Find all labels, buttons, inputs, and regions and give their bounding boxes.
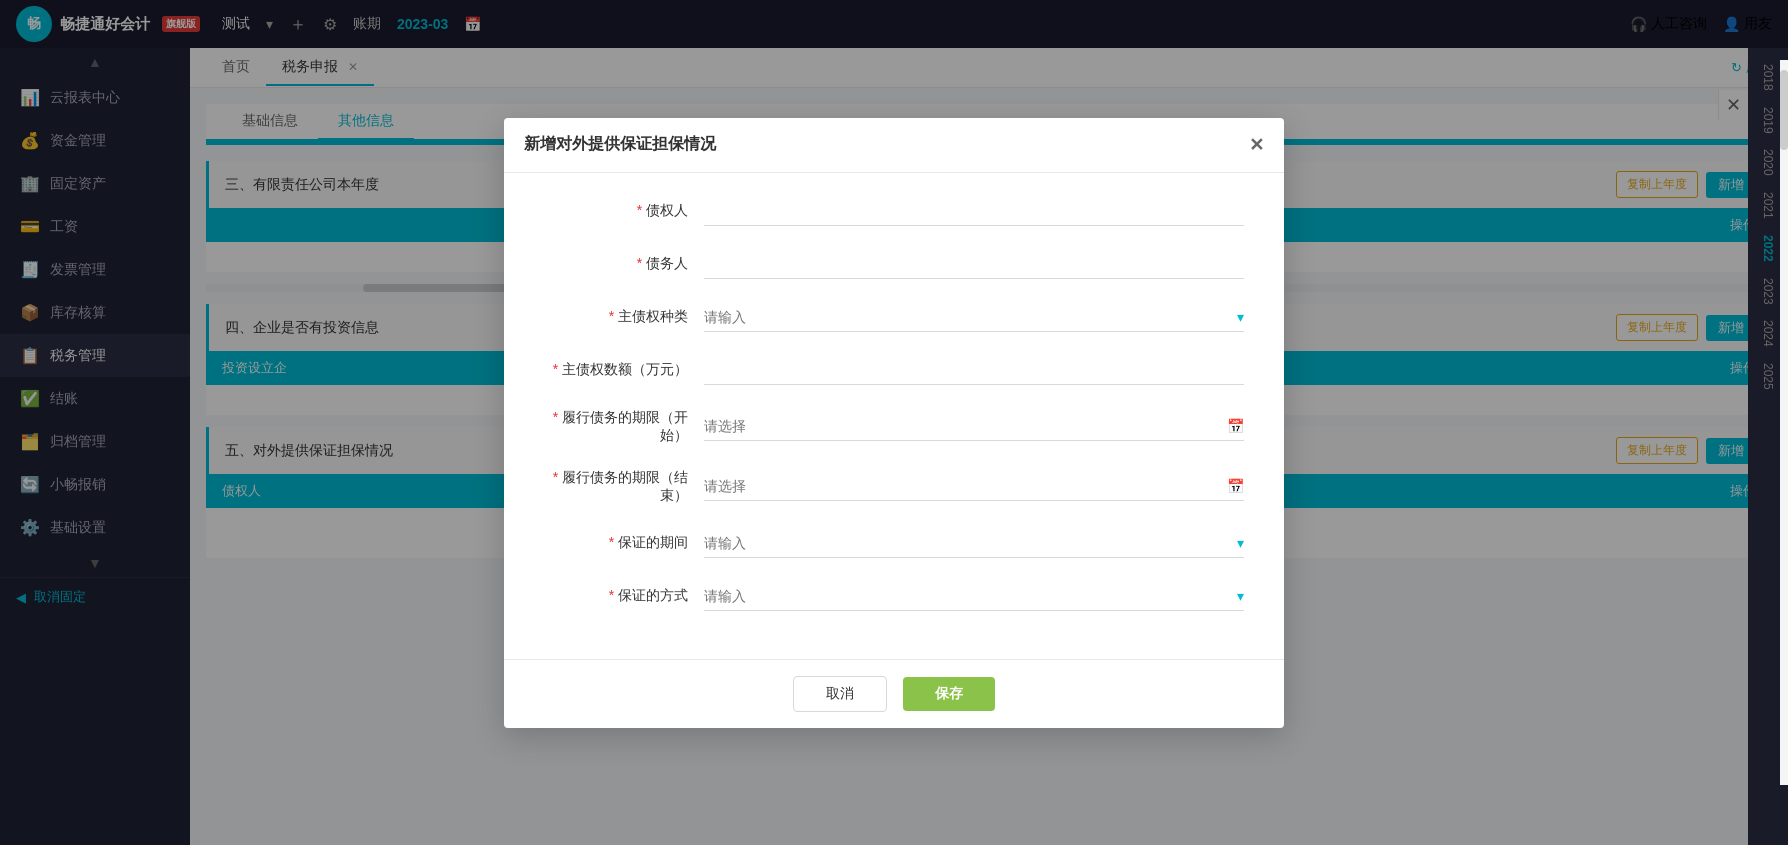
dialog-title: 新增对外提供保证担保情况: [524, 134, 716, 155]
dialog: 新增对外提供保证担保情况 ✕ * 债权人 * 债务人: [504, 118, 1284, 728]
cancel-button[interactable]: 取消: [793, 676, 887, 712]
required-mark-claim-amount: *: [553, 361, 558, 377]
calendar-icon-end[interactable]: 📅: [1227, 478, 1244, 494]
required-mark-guarantee-method: *: [609, 587, 614, 603]
required-mark-guarantee-period: *: [609, 534, 614, 550]
chevron-down-icon-method[interactable]: ▾: [1237, 588, 1244, 604]
input-perform-start[interactable]: [704, 412, 1227, 440]
dialog-overlay: 新增对外提供保证担保情况 ✕ * 债权人 * 债务人: [0, 0, 1788, 845]
label-claim-amount: * 主债权数额（万元）: [544, 361, 704, 379]
field-claim-type: * 主债权种类 ▾: [544, 303, 1244, 332]
save-button[interactable]: 保存: [903, 677, 995, 711]
input-claim-amount[interactable]: [704, 356, 1244, 385]
dialog-body: * 债权人 * 债务人 * 主债权种类: [504, 173, 1284, 659]
dialog-close-btn[interactable]: ✕: [1249, 134, 1264, 156]
input-claim-type[interactable]: [704, 303, 1237, 331]
select-claim-type[interactable]: ▾: [704, 303, 1244, 332]
label-claim-type: * 主债权种类: [544, 308, 704, 326]
label-debtor-text: 债务人: [646, 255, 688, 271]
label-perform-start: * 履行债务的期限（开始）: [544, 409, 704, 445]
field-creditor: * 债权人: [544, 197, 1244, 226]
label-guarantee-method: * 保证的方式: [544, 587, 704, 605]
required-mark-claim-type: *: [609, 308, 614, 324]
select-guarantee-method[interactable]: ▾: [704, 582, 1244, 611]
label-creditor-text: 债权人: [646, 202, 688, 218]
label-claim-amount-text: 主债权数额（万元）: [562, 361, 688, 377]
field-perform-end: * 履行债务的期限（结束） 📅: [544, 469, 1244, 505]
required-mark-creditor: *: [637, 202, 642, 218]
label-guarantee-period-text: 保证的期间: [618, 534, 688, 550]
dialog-footer: 取消 保存: [504, 659, 1284, 728]
required-mark-debtor: *: [637, 255, 642, 271]
input-guarantee-period[interactable]: [704, 529, 1237, 557]
label-creditor: * 债权人: [544, 202, 704, 220]
label-debtor: * 债务人: [544, 255, 704, 273]
required-mark-perform-end: *: [553, 469, 558, 485]
date-perform-start[interactable]: 📅: [704, 412, 1244, 441]
chevron-down-icon-period[interactable]: ▾: [1237, 535, 1244, 551]
calendar-icon-start[interactable]: 📅: [1227, 418, 1244, 434]
required-mark-perform-start: *: [553, 409, 558, 425]
label-guarantee-method-text: 保证的方式: [618, 587, 688, 603]
field-guarantee-period: * 保证的期间 ▾: [544, 529, 1244, 558]
input-creditor[interactable]: [704, 197, 1244, 226]
input-guarantee-method[interactable]: [704, 582, 1237, 610]
field-guarantee-method: * 保证的方式 ▾: [544, 582, 1244, 611]
input-debtor[interactable]: [704, 250, 1244, 279]
label-perform-start-text: 履行债务的期限（开始）: [562, 409, 688, 443]
label-claim-type-text: 主债权种类: [618, 308, 688, 324]
select-guarantee-period[interactable]: ▾: [704, 529, 1244, 558]
dialog-header: 新增对外提供保证担保情况 ✕: [504, 118, 1284, 173]
date-perform-end[interactable]: 📅: [704, 472, 1244, 501]
label-perform-end-text: 履行债务的期限（结束）: [562, 469, 688, 503]
field-debtor: * 债务人: [544, 250, 1244, 279]
input-perform-end[interactable]: [704, 472, 1227, 500]
field-perform-start: * 履行债务的期限（开始） 📅: [544, 409, 1244, 445]
field-claim-amount: * 主债权数额（万元）: [544, 356, 1244, 385]
chevron-down-icon-claim[interactable]: ▾: [1237, 309, 1244, 325]
label-guarantee-period: * 保证的期间: [544, 534, 704, 552]
label-perform-end: * 履行债务的期限（结束）: [544, 469, 704, 505]
